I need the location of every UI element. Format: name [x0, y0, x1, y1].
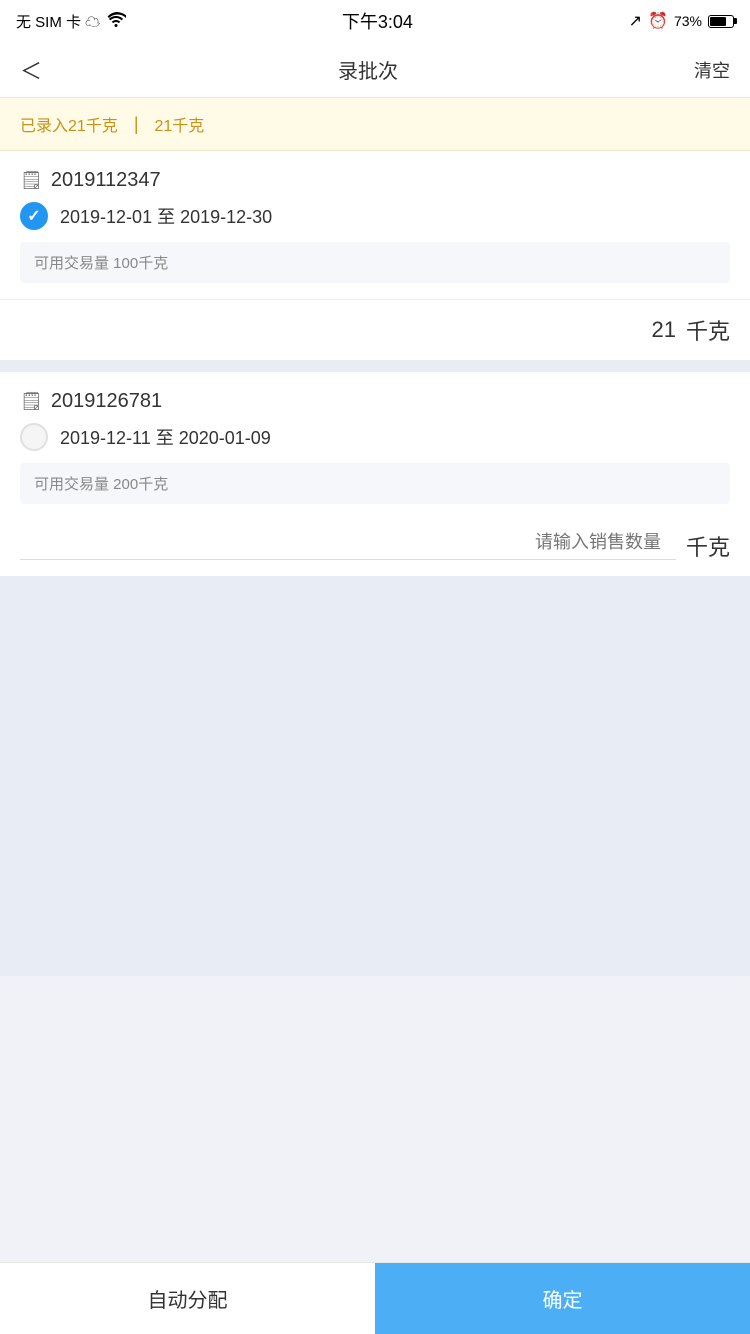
- status-right: ↗ ⏰ 73%: [629, 11, 734, 31]
- unit-label-2: 千克: [686, 530, 730, 562]
- batch-card-2: 🗒 2019126781 2019-12-11 至 2020-01-09 可用交…: [0, 372, 750, 576]
- battery-icon: [708, 15, 734, 28]
- battery-percent: 73%: [674, 13, 702, 29]
- wifi-icon: [106, 11, 126, 31]
- batch-date-2: 2019-12-11 至 2020-01-09: [60, 424, 271, 450]
- batch-doc-icon-2: 🗒: [20, 391, 43, 412]
- batch-header-2: 🗒 2019126781: [20, 390, 730, 413]
- page-title: 录批次: [338, 55, 398, 84]
- radio-button-2[interactable]: [20, 423, 48, 451]
- gray-area: [0, 576, 750, 976]
- batch-item-2: 🗒 2019126781 2019-12-11 至 2020-01-09 可用交…: [0, 372, 750, 520]
- total-amount: 21千克: [155, 112, 205, 136]
- batch-available-2: 可用交易量 200千克: [20, 463, 730, 504]
- batch-header-1: 🗒 2019112347: [20, 169, 730, 192]
- status-bar: 无 SIM 卡 ☁ 下午3:04 ↗ ⏰ 73%: [0, 0, 750, 42]
- bottom-spacer: [0, 976, 750, 1048]
- bottom-bar: 自动分配 确定: [0, 1262, 750, 1334]
- radio-button-1[interactable]: [20, 202, 48, 230]
- batch-card-1: 🗒 2019112347 2019-12-01 至 2019-12-30 可用交…: [0, 151, 750, 360]
- input-field-wrapper-2: [20, 532, 676, 560]
- amount-value-1: 21: [652, 317, 676, 343]
- recorded-amount: 已录入21千克: [20, 112, 118, 136]
- input-underline-2: [20, 559, 676, 560]
- batch-item-1: 🗒 2019112347 2019-12-01 至 2019-12-30 可用交…: [0, 151, 750, 299]
- batch-date-1: 2019-12-01 至 2019-12-30: [60, 203, 272, 229]
- clear-button[interactable]: 清空: [694, 57, 730, 83]
- section-divider: [0, 360, 750, 372]
- amount-row-1: 21 千克: [0, 299, 750, 360]
- input-row-2: 千克: [0, 520, 750, 576]
- location-icon: ↗: [629, 11, 642, 31]
- status-left: 无 SIM 卡 ☁: [16, 11, 126, 32]
- sim-label: 无 SIM 卡 ☁: [16, 11, 100, 32]
- batch-date-row-1: 2019-12-01 至 2019-12-30: [20, 202, 730, 230]
- auto-assign-button[interactable]: 自动分配: [0, 1263, 375, 1334]
- amount-input-2[interactable]: [20, 532, 676, 553]
- confirm-button[interactable]: 确定: [375, 1263, 750, 1334]
- summary-bar: 已录入21千克 | 21千克: [0, 98, 750, 151]
- summary-divider: |: [134, 114, 139, 135]
- batch-doc-icon-1: 🗒: [20, 170, 43, 191]
- nav-bar: ＜ 录批次 清空: [0, 42, 750, 98]
- batch-id-1: 2019112347: [51, 169, 161, 192]
- amount-unit-1: 千克: [686, 314, 730, 346]
- batch-date-row-2: 2019-12-11 至 2020-01-09: [20, 423, 730, 451]
- batch-id-2: 2019126781: [51, 390, 162, 413]
- clock-icon: ⏰: [648, 11, 668, 31]
- status-time: 下午3:04: [342, 8, 413, 34]
- back-button[interactable]: ＜: [20, 54, 42, 86]
- batch-available-1: 可用交易量 100千克: [20, 242, 730, 283]
